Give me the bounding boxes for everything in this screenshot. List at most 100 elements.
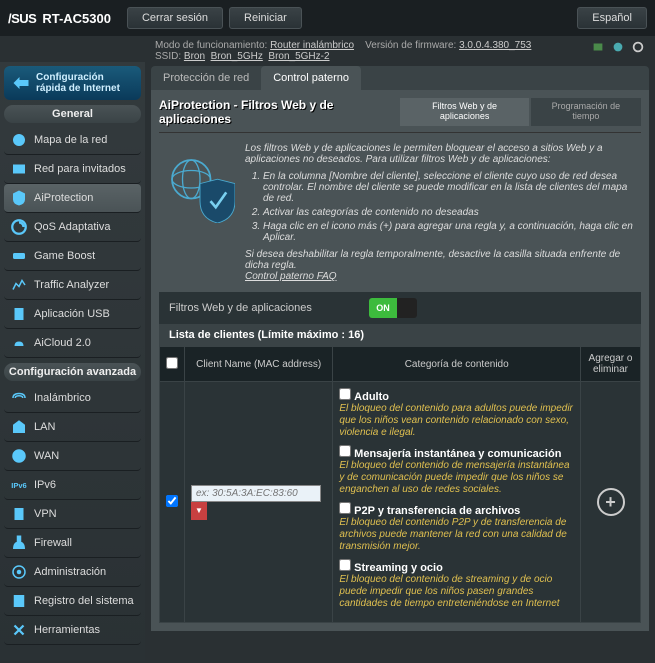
reboot-button[interactable]: Reiniciar	[229, 7, 302, 29]
nav-icon	[10, 160, 28, 178]
sidebar-item-firewall[interactable]: Firewall	[4, 529, 141, 558]
category-checkbox[interactable]	[339, 388, 351, 400]
category-item: P2P y transferencia de archivosEl bloque…	[339, 502, 574, 553]
category-desc: El bloqueo del contenido P2P y de transf…	[339, 517, 574, 553]
col-category: Categoría de contenido	[333, 347, 581, 382]
guest-icon[interactable]	[611, 40, 625, 54]
svg-text:IPv6: IPv6	[11, 481, 26, 490]
sidebar-item-red-para-invitados[interactable]: Red para invitados	[4, 155, 141, 184]
sidebar-item-ipv6[interactable]: IPv6 IPv6	[4, 471, 141, 500]
sidebar-item-vpn[interactable]: VPN	[4, 500, 141, 529]
subtab-schedule[interactable]: Programación de tiempo	[531, 98, 641, 126]
filter-toggle[interactable]: ON	[369, 298, 417, 318]
sidebar-item-label: Mapa de la red	[34, 134, 107, 146]
sidebar-item-label: QoS Adaptativa	[34, 221, 110, 233]
sidebar-item-aicloud-2.0[interactable]: AiCloud 2.0	[4, 329, 141, 358]
toggle-label: Filtros Web y de aplicaciones	[169, 302, 369, 314]
panel-intro: Los filtros Web y de aplicaciones le per…	[245, 143, 635, 165]
client-dropdown-button[interactable]: ▼	[191, 502, 207, 520]
subtab-filters[interactable]: Filtros Web y de aplicaciones	[400, 98, 528, 126]
sidebar-item-label: AiCloud 2.0	[34, 337, 91, 349]
step-1: En la columna [Nombre del cliente], sele…	[263, 171, 635, 204]
nav-icon	[10, 505, 28, 523]
sidebar-item-registro-del-sistema[interactable]: Registro del sistema	[4, 587, 141, 616]
table-row: ▼ AdultoEl bloqueo del contenido para ad…	[160, 382, 641, 623]
sidebar-item-game-boost[interactable]: Game Boost	[4, 242, 141, 271]
category-item: Streaming y ocioEl bloqueo del contenido…	[339, 559, 574, 610]
category-checkbox[interactable]	[339, 445, 351, 457]
panel-title: AiProtection - Filtros Web y de aplicaci…	[159, 98, 400, 126]
shield-globe-icon	[165, 153, 235, 223]
sidebar-item-traffic-analyzer[interactable]: Traffic Analyzer	[4, 271, 141, 300]
sidebar-item-aplicación-usb[interactable]: Aplicación USB	[4, 300, 141, 329]
step-3: Haga clic en el icono más (+) para agreg…	[263, 221, 635, 243]
sidebar-item-label: Game Boost	[34, 250, 95, 262]
language-button[interactable]: Español	[577, 7, 647, 29]
sidebar-item-label: Administración	[34, 566, 106, 578]
nav-icon	[10, 305, 28, 323]
tab-protection[interactable]: Protección de red	[151, 66, 261, 90]
client-name-input[interactable]	[191, 485, 321, 502]
sidebar-item-label: Traffic Analyzer	[34, 279, 109, 291]
toggle-on-text: ON	[369, 298, 397, 318]
sidebar-item-wan[interactable]: WAN	[4, 442, 141, 471]
reboot-icon[interactable]	[631, 40, 645, 54]
category-checkbox[interactable]	[339, 502, 351, 514]
sidebar-item-label: Herramientas	[34, 624, 100, 636]
sidebar-item-inalámbrico[interactable]: Inalámbrico	[4, 384, 141, 413]
sidebar-item-label: Aplicación USB	[34, 308, 110, 320]
sidebar-item-label: VPN	[34, 508, 57, 520]
quick-setup-button[interactable]: Configuración rápida de Internet	[4, 66, 141, 100]
usb-icon[interactable]	[591, 40, 605, 54]
category-name: Mensajería instantánea y comunicación	[354, 448, 561, 460]
nav-icon	[10, 621, 28, 639]
nav-icon	[10, 189, 28, 207]
nav-icon	[10, 592, 28, 610]
category-checkbox[interactable]	[339, 559, 351, 571]
category-name: Adulto	[354, 391, 389, 403]
client-list-header: Lista de clientes (Límite máximo : 16)	[159, 324, 641, 346]
category-name: P2P y transferencia de archivos	[354, 505, 520, 517]
nav-icon	[10, 418, 28, 436]
row-checkbox[interactable]	[166, 495, 178, 507]
sidebar-item-mapa-de-la-red[interactable]: Mapa de la red	[4, 126, 141, 155]
ssid-2: Bron_5GHz-2	[268, 51, 329, 62]
category-desc: El bloqueo del contenido de mensajería i…	[339, 460, 574, 496]
category-item: AdultoEl bloqueo del contenido para adul…	[339, 388, 574, 439]
tab-parental[interactable]: Control paterno	[261, 66, 361, 90]
sidebar-item-qos-adaptativa[interactable]: QoS Adaptativa	[4, 213, 141, 242]
step-2: Activar las categorías de contenido no d…	[263, 207, 635, 218]
sidebar-item-label: Inalámbrico	[34, 392, 91, 404]
category-desc: El bloqueo del contenido para adultos pu…	[339, 403, 574, 439]
sidebar-item-aiprotection[interactable]: AiProtection	[4, 184, 141, 213]
col-client: Client Name (MAC address)	[185, 347, 333, 382]
nav-icon: IPv6	[10, 476, 28, 494]
ssid-1: Bron_5GHz	[211, 51, 263, 62]
sidebar-item-label: Firewall	[34, 537, 72, 549]
nav-icon	[10, 276, 28, 294]
model-name: RT-AC5300	[42, 11, 111, 26]
brand-logo: /SUS	[8, 11, 36, 26]
sidebar-item-label: Red para invitados	[34, 163, 126, 175]
faq-link[interactable]: Control paterno FAQ	[245, 271, 635, 282]
add-rule-button[interactable]: +	[597, 488, 625, 516]
sidebar-item-lan[interactable]: LAN	[4, 413, 141, 442]
sidebar-item-label: AiProtection	[34, 192, 93, 204]
sidebar-item-label: Registro del sistema	[34, 595, 134, 607]
ssid-0: Bron	[184, 51, 205, 62]
mode-label: Modo de funcionamiento:	[155, 40, 267, 51]
select-all-checkbox[interactable]	[166, 357, 178, 369]
logout-button[interactable]: Cerrar sesión	[127, 7, 223, 29]
mode-value[interactable]: Router inalámbrico	[270, 40, 354, 51]
nav-icon	[10, 131, 28, 149]
nav-icon	[10, 534, 28, 552]
fw-label: Versión de firmware:	[365, 40, 456, 51]
group-general: General	[4, 105, 141, 123]
sidebar-item-label: IPv6	[34, 479, 56, 491]
sidebar-item-herramientas[interactable]: Herramientas	[4, 616, 141, 645]
disable-note: Si desea deshabilitar la regla temporalm…	[245, 249, 635, 271]
fw-value[interactable]: 3.0.0.4.380_753	[459, 40, 531, 51]
col-action: Agregar o eliminar	[581, 347, 641, 382]
sidebar-item-administración[interactable]: Administración	[4, 558, 141, 587]
category-name: Streaming y ocio	[354, 562, 443, 574]
